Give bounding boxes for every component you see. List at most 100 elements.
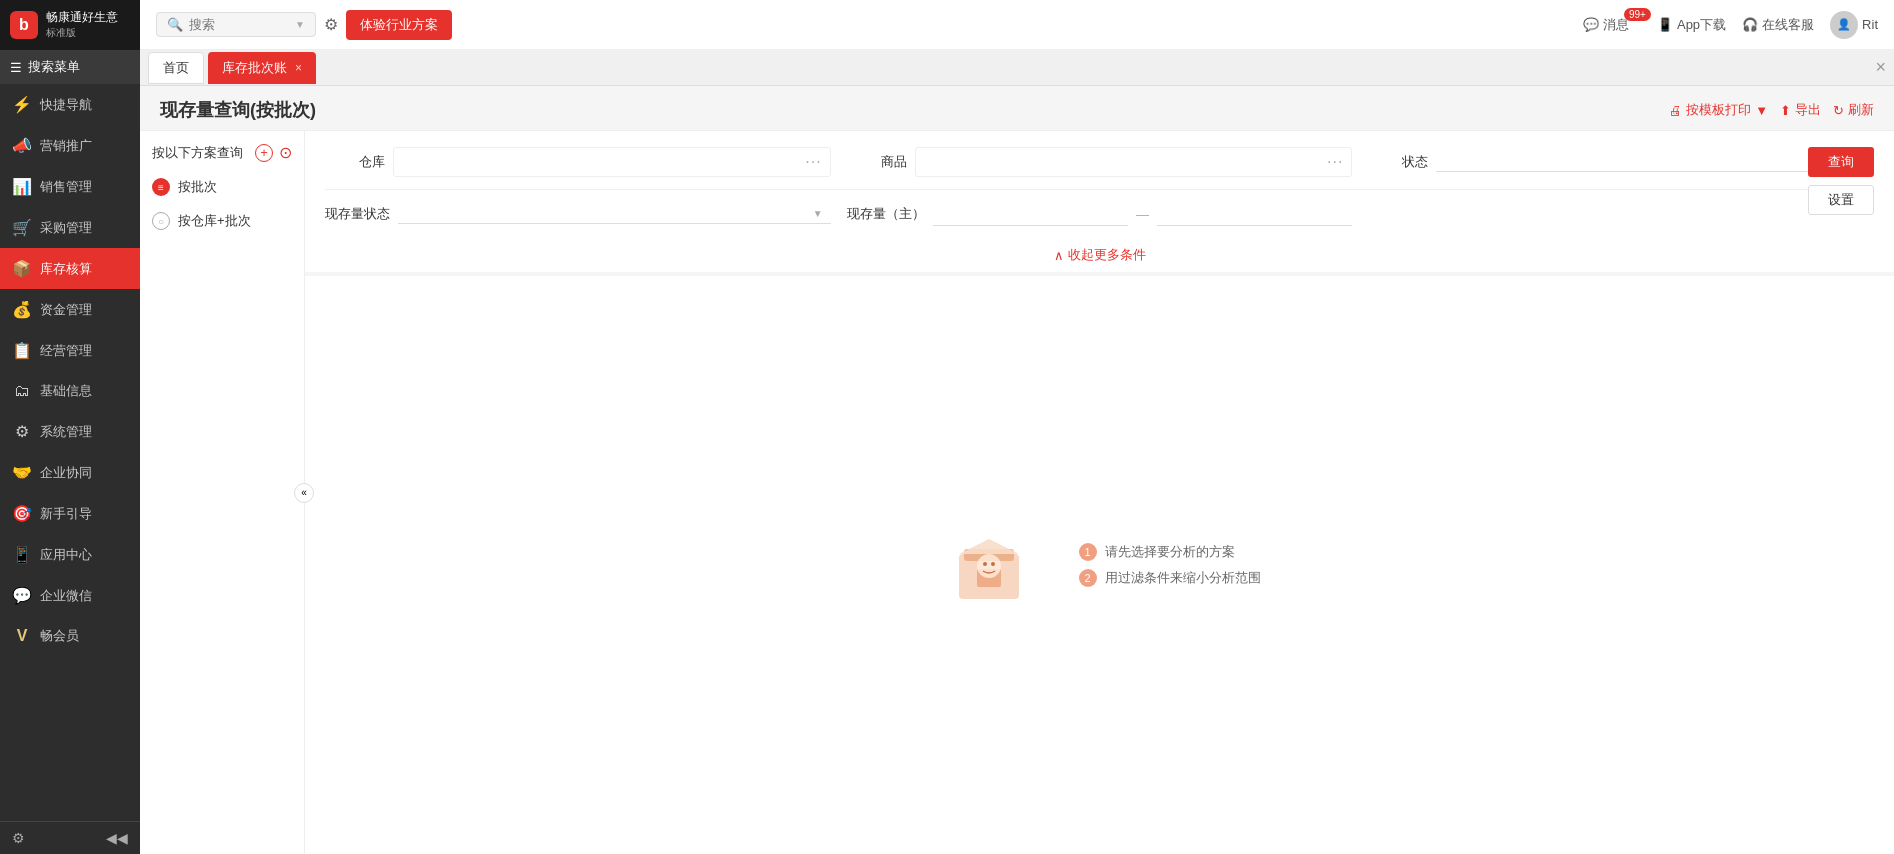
sidebar-item-label: 系统管理 xyxy=(40,423,92,441)
schema-by-wh-batch-icon: ○ xyxy=(152,212,170,230)
filter-warehouse-field: 仓库 ··· xyxy=(325,147,831,177)
user-name: Rit xyxy=(1862,17,1878,32)
search-menu-icon: ☰ xyxy=(10,60,22,75)
tab-close-icon[interactable]: × xyxy=(295,61,302,75)
content-body: 按以下方案查询 + ⊙ ≡ 按批次 ○ 按仓库+批次 « xyxy=(140,131,1894,854)
step-2-text: 用过滤条件来缩小分析范围 xyxy=(1105,569,1261,587)
sidebar-item-enterprise-wechat[interactable]: 💬 企业微信 xyxy=(0,575,140,616)
filter-warehouse-input[interactable]: ··· xyxy=(393,147,831,177)
sidebar-item-basic[interactable]: 🗂 基础信息 xyxy=(0,371,140,411)
sidebar-item-system[interactable]: ⚙ 系统管理 xyxy=(0,411,140,452)
sidebar-item-marketing[interactable]: 📣 营销推广 xyxy=(0,125,140,166)
customer-service-btn[interactable]: 🎧 在线客服 xyxy=(1742,16,1814,34)
filter-panel: 仓库 ··· 商品 ··· xyxy=(305,131,1894,272)
schema-item-by-batch[interactable]: ≡ 按批次 xyxy=(140,170,304,204)
export-btn[interactable]: ⬆ 导出 xyxy=(1780,101,1821,119)
schema-by-wh-batch-label: 按仓库+批次 xyxy=(178,212,251,230)
sidebar-item-label: 新手引导 xyxy=(40,505,92,523)
svg-point-6 xyxy=(991,562,995,566)
finance-icon: 💰 xyxy=(12,300,32,319)
sidebar-item-member[interactable]: V 畅会员 xyxy=(0,616,140,656)
sidebar-settings-btn[interactable]: ⚙ xyxy=(12,830,25,846)
avatar: 👤 xyxy=(1830,11,1858,39)
customer-service-icon: 🎧 xyxy=(1742,17,1758,32)
topbar-search-box[interactable]: 🔍 ▼ xyxy=(156,12,316,37)
right-content: 查询 设置 仓库 ··· xyxy=(305,131,1894,854)
sidebar-item-inventory[interactable]: 📦 库存核算 xyxy=(0,248,140,289)
filter-stock-status-select[interactable]: ▼ xyxy=(398,204,831,224)
schema-settings-icon[interactable]: ⊙ xyxy=(279,143,292,162)
user-profile-btn[interactable]: 👤 Rit xyxy=(1830,11,1878,39)
tab-home[interactable]: 首页 xyxy=(148,52,204,84)
left-panel-title-text: 按以下方案查询 xyxy=(152,144,243,162)
product-dots[interactable]: ··· xyxy=(1327,153,1343,171)
sidebar-item-enterprise-collab[interactable]: 🤝 企业协同 xyxy=(0,452,140,493)
topbar-search-icon: 🔍 xyxy=(167,17,183,32)
filter-product-input[interactable]: ··· xyxy=(915,147,1353,177)
filter-product-field: 商品 ··· xyxy=(847,147,1353,177)
filter-stock-qty-max[interactable] xyxy=(1157,202,1352,226)
collapse-left-panel-btn[interactable]: « xyxy=(294,483,314,503)
collapse-more-conditions[interactable]: ∧ 收起更多条件 xyxy=(325,238,1874,272)
query-btn[interactable]: 查询 xyxy=(1808,147,1874,177)
sidebar-item-sales[interactable]: 📊 销售管理 xyxy=(0,166,140,207)
svg-point-5 xyxy=(983,562,987,566)
print-template-btn[interactable]: 🖨 按模板打印 ▼ xyxy=(1669,101,1768,119)
sidebar-item-newbie[interactable]: 🎯 新手引导 xyxy=(0,493,140,534)
sidebar-logo: b xyxy=(10,11,38,39)
empty-state-content: 1 请先选择要分析的方案 2 用过滤条件来缩小分析范围 xyxy=(939,514,1261,617)
messages-btn[interactable]: 💬 消息 99+ xyxy=(1583,16,1641,34)
stock-status-dropdown-icon: ▼ xyxy=(813,208,823,219)
sidebar-company: 畅康通好生意 xyxy=(46,10,118,26)
sidebar-search-menu[interactable]: ☰ 搜索菜单 xyxy=(0,50,140,84)
tabbar: 首页 库存批次账 × × xyxy=(140,50,1894,86)
schema-by-batch-icon: ≡ xyxy=(152,178,170,196)
sidebar-item-label: 经营管理 xyxy=(40,342,92,360)
step-1-text: 请先选择要分析的方案 xyxy=(1105,543,1235,561)
trial-industry-btn[interactable]: 体验行业方案 xyxy=(346,10,452,40)
basic-icon: 🗂 xyxy=(12,382,32,400)
settings-btn[interactable]: 设置 xyxy=(1808,185,1874,215)
filter-row-2: 现存量状态 ▼ 现存量（主） — xyxy=(325,202,1874,226)
empty-state: 1 请先选择要分析的方案 2 用过滤条件来缩小分析范围 xyxy=(305,276,1894,854)
refresh-icon: ↻ xyxy=(1833,103,1844,118)
enterprise-wechat-icon: 💬 xyxy=(12,586,32,605)
add-schema-icon[interactable]: + xyxy=(255,144,273,162)
svg-point-4 xyxy=(977,554,1001,578)
sidebar-item-finance[interactable]: 💰 资金管理 xyxy=(0,289,140,330)
tab-inventory-label: 库存批次账 xyxy=(222,59,287,77)
step-1-num: 1 xyxy=(1079,543,1097,561)
avatar-initials: 👤 xyxy=(1837,18,1851,31)
filter-stock-qty-range: — xyxy=(933,202,1353,226)
sidebar-item-quick-nav[interactable]: ⚡ 快捷导航 xyxy=(0,84,140,125)
messages-icon: 💬 xyxy=(1583,17,1599,32)
sidebar-nav-scroll: ⚡ 快捷导航 📣 营销推广 📊 销售管理 🛒 采购管理 📦 库存核算 💰 资金管… xyxy=(0,84,140,821)
sidebar-item-label: 销售管理 xyxy=(40,178,92,196)
page-title: 现存量查询(按批次) xyxy=(160,98,316,122)
schema-item-by-warehouse-batch[interactable]: ○ 按仓库+批次 xyxy=(140,204,304,238)
filter-stock-status-field: 现存量状态 ▼ xyxy=(325,204,831,224)
tab-home-label: 首页 xyxy=(163,59,189,77)
filter-stock-qty-min[interactable] xyxy=(933,202,1128,226)
topbar-gear-icon[interactable]: ⚙ xyxy=(324,15,338,34)
sidebar-item-label: 企业微信 xyxy=(40,587,92,605)
customer-service-label: 在线客服 xyxy=(1762,16,1814,34)
sidebar-collapse-btn[interactable]: ◀◀ xyxy=(106,830,128,846)
sidebar-item-label: 应用中心 xyxy=(40,546,92,564)
sidebar: b 畅康通好生意 标准版 ☰ 搜索菜单 ⚡ 快捷导航 📣 营销推广 📊 销售管理… xyxy=(0,0,140,854)
sidebar-item-app-center[interactable]: 📱 应用中心 xyxy=(0,534,140,575)
filter-status-label: 状态 xyxy=(1368,153,1428,171)
app-download-btn[interactable]: 📱 App下载 xyxy=(1657,16,1726,34)
tab-inventory-batch[interactable]: 库存批次账 × xyxy=(208,52,316,84)
sidebar-item-label: 库存核算 xyxy=(40,260,92,278)
print-icon: 🖨 xyxy=(1669,103,1682,118)
refresh-btn[interactable]: ↻ 刷新 xyxy=(1833,101,1874,119)
sidebar-item-operations[interactable]: 📋 经营管理 xyxy=(0,330,140,371)
topbar: 🔍 ▼ ⚙ 体验行业方案 💬 消息 99+ 📱 App下载 🎧 在线客服 xyxy=(140,0,1894,50)
filter-warehouse-label: 仓库 xyxy=(325,153,385,171)
sidebar-item-label: 企业协同 xyxy=(40,464,92,482)
panel-close-icon[interactable]: × xyxy=(1875,57,1886,78)
warehouse-dots[interactable]: ··· xyxy=(805,153,821,171)
sidebar-item-purchase[interactable]: 🛒 采购管理 xyxy=(0,207,140,248)
topbar-search-input[interactable] xyxy=(189,17,289,32)
